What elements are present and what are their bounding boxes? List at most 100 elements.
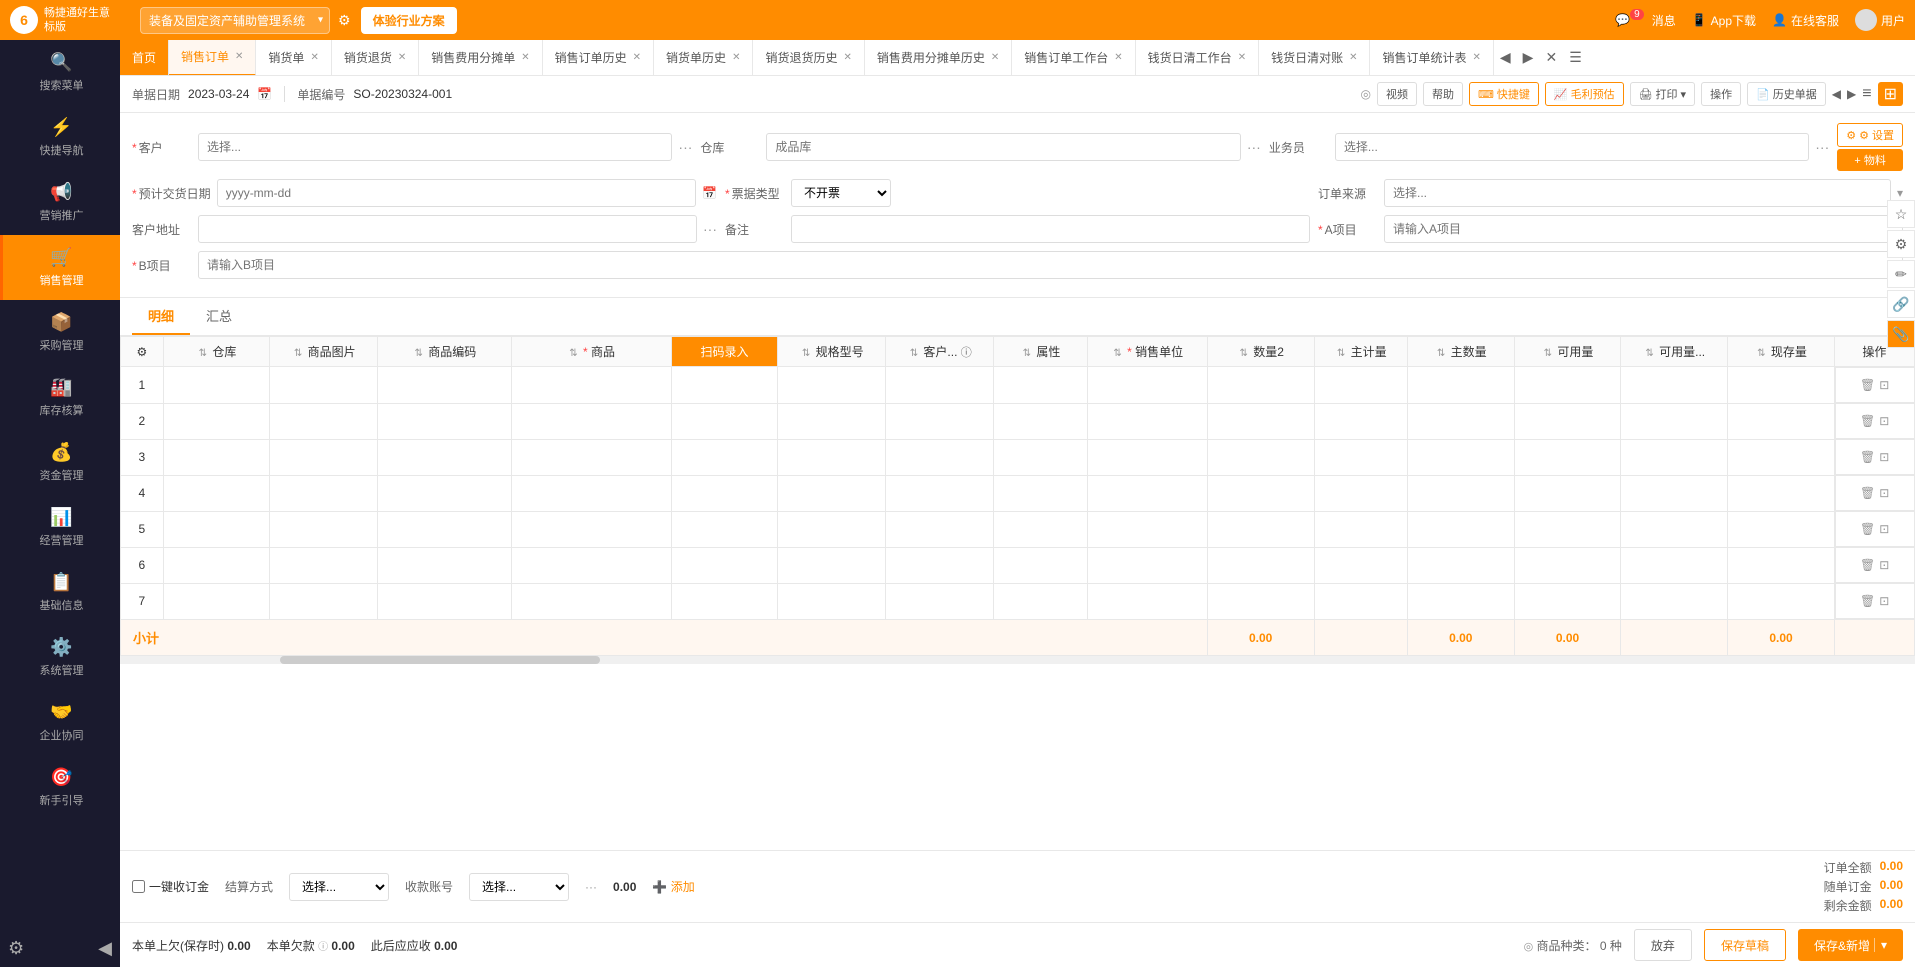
save-draft-button[interactable]: 保存草稿 (1704, 929, 1786, 961)
discard-button[interactable]: 放弃 (1634, 929, 1692, 961)
a-project-input[interactable] (1384, 215, 1903, 243)
col-stock[interactable]: ⇅ 现存量 (1728, 337, 1835, 367)
tab-close-daily-account[interactable]: ✕ (1349, 52, 1357, 63)
tab-close-expense-split[interactable]: ✕ (521, 52, 529, 63)
save-new-button[interactable]: 保存&新增 ▾ (1798, 929, 1903, 961)
col-code[interactable]: ⇅ 商品编码 (378, 337, 511, 367)
list-view-icon[interactable]: ≡ (1862, 85, 1871, 103)
tab-close-returns[interactable]: ✕ (310, 52, 318, 63)
sidebar-item-sales[interactable]: 🛒 销售管理 (0, 235, 120, 300)
ops-button[interactable]: 操作 (1701, 82, 1741, 106)
sidebar-item-collab[interactable]: 🤝 企业协同 (0, 690, 120, 755)
delivery-calendar-icon[interactable]: 📅 (702, 186, 717, 200)
tab-order-history[interactable]: 销售订单历史 ✕ (543, 40, 654, 76)
sidebar-collapse-icon[interactable]: ◀ (98, 938, 112, 959)
col-main-qty[interactable]: ⇅ 主数量 (1407, 337, 1514, 367)
row-copy-icon[interactable]: ⊡ (1879, 486, 1889, 500)
tab-sales-stat[interactable]: 销售订单统计表 ✕ (1370, 40, 1493, 76)
info-icon[interactable]: ⓘ (961, 347, 972, 359)
tab-expense-history[interactable]: 销售费用分摊单历史 ✕ (865, 40, 1012, 76)
col-warehouse[interactable]: ⇅ 仓库 (163, 337, 270, 367)
float-btn-5[interactable]: 📎 (1887, 320, 1915, 348)
customer-more-icon[interactable]: ··· (678, 139, 692, 155)
float-btn-3[interactable]: ✏ (1887, 260, 1915, 288)
float-btn-1[interactable]: ☆ (1887, 200, 1915, 228)
tab-close-order-workbench[interactable]: ✕ (1114, 52, 1122, 63)
salesperson-input[interactable] (1335, 133, 1809, 161)
sidebar-item-ops[interactable]: 📊 经营管理 (0, 495, 120, 560)
row-delete-icon[interactable]: 🗑 (1860, 378, 1875, 392)
tab-close-sales-return[interactable]: ✕ (398, 52, 406, 63)
payment-select[interactable]: 选择... (289, 873, 389, 901)
tab-close-order-history[interactable]: ✕ (633, 52, 641, 63)
solution-button[interactable]: 体验行业方案 (361, 7, 457, 34)
order-source-input[interactable] (1384, 179, 1891, 207)
system-selector[interactable]: 装备及固定资产辅助管理系统 ▾ (140, 7, 330, 34)
sidebar-item-nav[interactable]: ⚡ 快捷导航 (0, 105, 120, 170)
sidebar-item-guide[interactable]: 🎯 新手引导 (0, 755, 120, 820)
order-source-dropdown-icon[interactable]: ▾ (1897, 186, 1903, 200)
sidebar-item-purchase[interactable]: 📦 采购管理 (0, 300, 120, 365)
settings-gear-icon[interactable]: ⚙ (338, 12, 351, 29)
current-due-info-icon[interactable]: ⓘ (318, 942, 328, 953)
left-arrow-icon[interactable]: ◀ (1832, 87, 1841, 101)
tab-daily-account[interactable]: 钱货日清对账 ✕ (1259, 40, 1370, 76)
history-button[interactable]: 📄 历史单据 (1747, 82, 1826, 106)
tab-return-history[interactable]: 销货退货历史 ✕ (753, 40, 864, 76)
account-more-icon[interactable]: ··· (585, 880, 597, 894)
profit-button[interactable]: 📈 毛利预估 (1545, 82, 1624, 106)
row-delete-icon[interactable]: 🗑 (1860, 450, 1875, 464)
tab-returns[interactable]: 销货单 ✕ (256, 40, 331, 76)
tab-sales-order[interactable]: 销售订单 ✕ (169, 40, 256, 76)
row-delete-icon[interactable]: 🗑 (1860, 486, 1875, 500)
b-project-input[interactable] (198, 251, 1903, 279)
warehouse-more-icon[interactable]: ··· (1247, 139, 1261, 155)
save-new-dropdown-icon[interactable]: ▾ (1874, 938, 1887, 952)
add-row-btn[interactable]: ➕ 添加 (652, 878, 694, 895)
row-copy-icon[interactable]: ⊡ (1879, 594, 1889, 608)
tab-close-all-icon[interactable]: ✕ (1539, 49, 1563, 66)
sidebar-item-marketing[interactable]: 📢 营销推广 (0, 170, 120, 235)
col-qty2[interactable]: ⇅ 数量2 (1207, 337, 1314, 367)
tab-next-icon[interactable]: ▶ (1517, 49, 1540, 66)
col-unit[interactable]: ⇅ * 销售单位 (1087, 337, 1207, 367)
tab-close-expense-history[interactable]: ✕ (991, 52, 999, 63)
tab-sales-return[interactable]: 销货退货 ✕ (332, 40, 419, 76)
row-delete-icon[interactable]: 🗑 (1860, 558, 1875, 572)
col-scan[interactable]: 扫码录入 (671, 337, 778, 367)
user-item[interactable]: 用户 (1855, 9, 1905, 31)
tab-menu-icon[interactable]: ☰ (1563, 49, 1588, 66)
customer-input[interactable] (198, 133, 672, 161)
tab-close-sales-order[interactable]: ✕ (235, 51, 243, 62)
row-delete-icon[interactable]: 🗑 (1860, 414, 1875, 428)
address-input[interactable] (198, 215, 697, 243)
row-copy-icon[interactable]: ⊡ (1879, 522, 1889, 536)
message-item[interactable]: 💬 9 消息 (1615, 12, 1676, 29)
tab-sales-history[interactable]: 销货单历史 ✕ (654, 40, 753, 76)
warehouse-input[interactable] (766, 133, 1240, 161)
address-more-icon[interactable]: ··· (703, 221, 717, 237)
scrollbar-thumb[interactable] (280, 656, 600, 664)
tab-home[interactable]: 首页 (120, 40, 169, 76)
sidebar-item-search[interactable]: 🔍 搜索菜单 (0, 40, 120, 105)
col-product[interactable]: ⇅ * 商品 (511, 337, 671, 367)
col-customer-code[interactable]: ⇅ 客户... ⓘ (886, 337, 994, 367)
app-download-item[interactable]: 📱 App下载 (1692, 12, 1756, 29)
tab-close-return-history[interactable]: ✕ (843, 52, 851, 63)
sidebar-settings-icon[interactable]: ⚙ (8, 938, 24, 959)
sidebar-item-system[interactable]: ⚙️ 系统管理 (0, 625, 120, 690)
tab-detail[interactable]: 明细 (132, 298, 190, 335)
horizontal-scrollbar[interactable] (120, 656, 1915, 664)
tab-summary[interactable]: 汇总 (190, 298, 248, 335)
notes-input[interactable] (791, 215, 1310, 243)
tab-daily-workbench[interactable]: 钱货日清工作台 ✕ (1136, 40, 1259, 76)
one-click-checkbox[interactable] (132, 880, 145, 893)
tab-close-sales-stat[interactable]: ✕ (1473, 52, 1481, 63)
sidebar-item-inventory[interactable]: 🏭 库存核算 (0, 365, 120, 430)
col-spec[interactable]: ⇅ 规格型号 (778, 337, 886, 367)
col-attribute[interactable]: ⇅ 属性 (994, 337, 1087, 367)
tab-order-workbench[interactable]: 销售订单工作台 ✕ (1012, 40, 1135, 76)
delivery-input[interactable] (217, 179, 696, 207)
sidebar-item-finance[interactable]: 💰 资金管理 (0, 430, 120, 495)
view-button[interactable]: 视频 (1377, 82, 1417, 106)
